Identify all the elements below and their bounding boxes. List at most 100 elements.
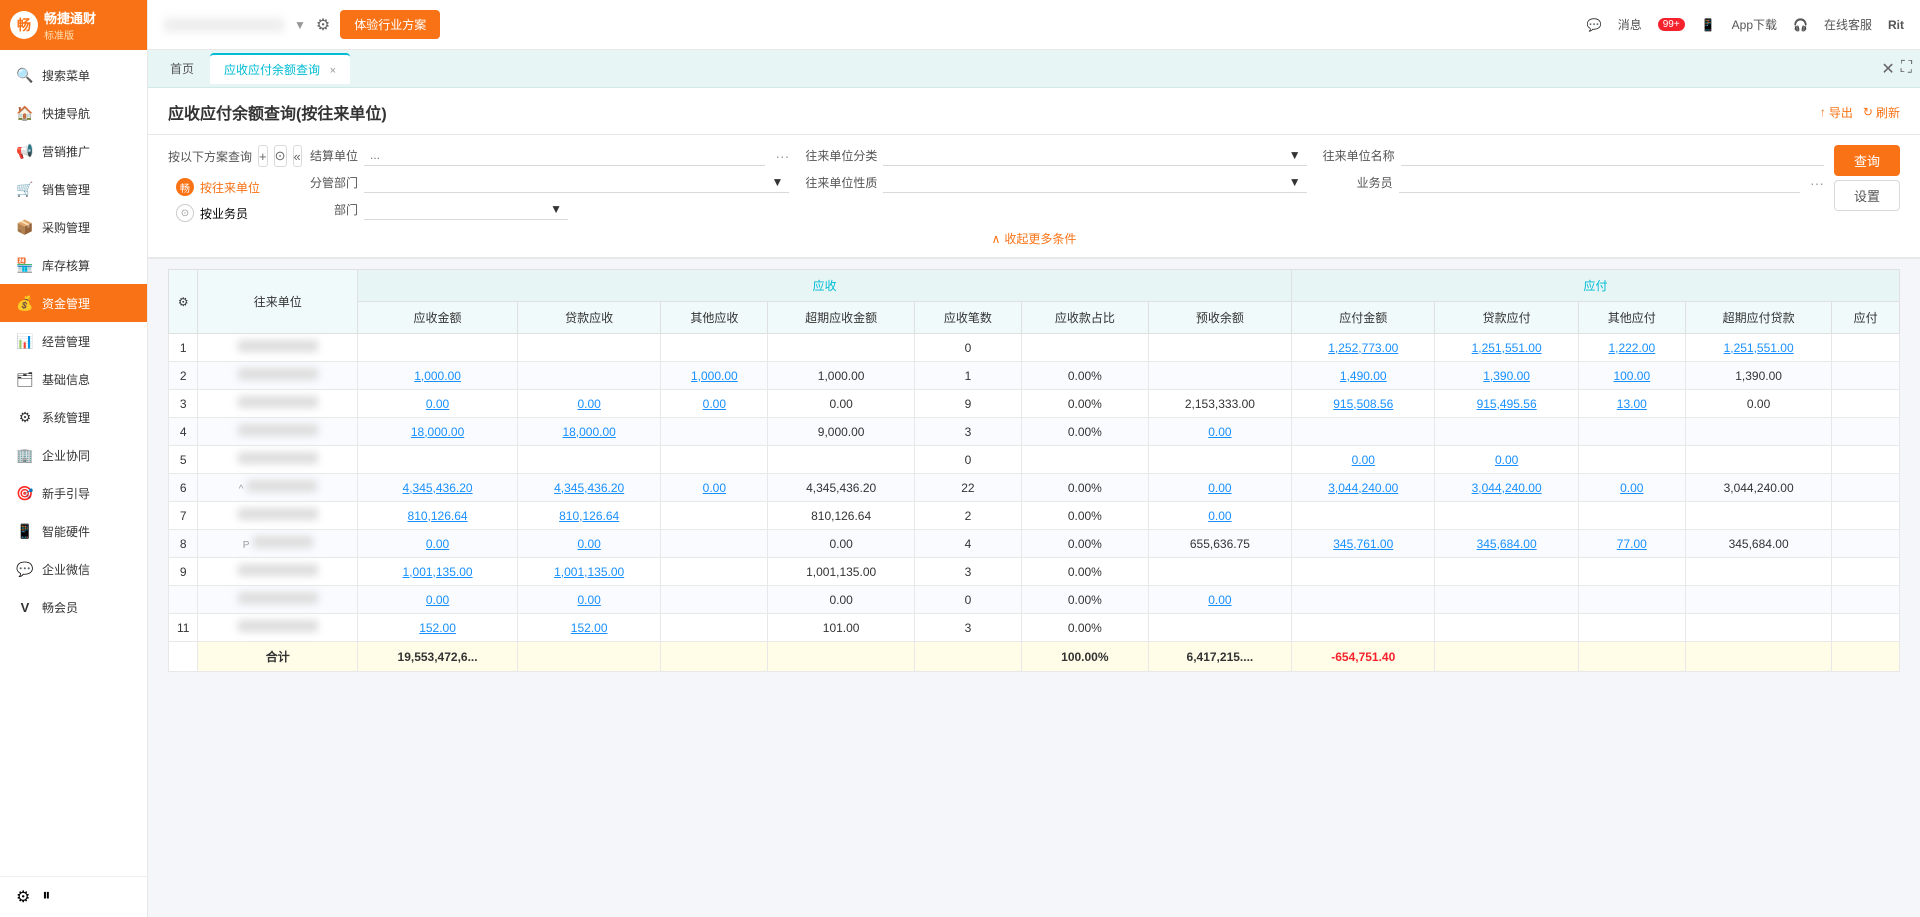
row-ap-loan[interactable]: 915,495.56 <box>1435 390 1578 418</box>
row-ap-other[interactable]: 13.00 <box>1578 390 1685 418</box>
row-ar-amount[interactable]: 1,001,135.00 <box>358 558 518 586</box>
sidebar-item-member[interactable]: V畅会员 <box>0 588 147 626</box>
row-ar-amount[interactable]: 0.00 <box>358 530 518 558</box>
footer-settings-icon[interactable]: ⚙ <box>16 887 30 907</box>
row-ap-other[interactable]: 77.00 <box>1578 530 1685 558</box>
row-ar-loan[interactable]: 0.00 <box>517 586 660 614</box>
row-ar-other[interactable]: 1,000.00 <box>661 362 768 390</box>
sidebar-item-label: 销售管理 <box>42 181 90 198</box>
row-prepay[interactable]: 0.00 <box>1148 586 1291 614</box>
row-ap-loan[interactable]: 3,044,240.00 <box>1435 474 1578 502</box>
filter-nav-by-salesman[interactable]: ⊙ 按业务员 <box>168 201 278 225</box>
row-ap-amount[interactable]: 345,761.00 <box>1292 530 1435 558</box>
sidebar-item-warehouse[interactable]: 🏪库存核算 <box>0 246 147 284</box>
sidebar-item-label: 系统管理 <box>42 409 90 426</box>
row-prepay[interactable]: 0.00 <box>1148 474 1291 502</box>
row-ar-loan[interactable]: 0.00 <box>517 390 660 418</box>
sidebar-item-finance[interactable]: 💰资金管理 <box>0 284 147 322</box>
row-ar-loan[interactable]: 810,126.64 <box>517 502 660 530</box>
row-ap-other[interactable]: 1,222.00 <box>1578 334 1685 362</box>
tab-home[interactable]: 首页 <box>156 54 208 83</box>
row-ar-amount[interactable]: 0.00 <box>358 586 518 614</box>
row-ar-other[interactable]: 0.00 <box>661 474 768 502</box>
row-ap-loan[interactable]: 1,390.00 <box>1435 362 1578 390</box>
messages-label[interactable]: 消息 <box>1618 16 1642 33</box>
row-ar-loan[interactable]: 4,345,436.20 <box>517 474 660 502</box>
export-button[interactable]: ↑ 导出 <box>1820 104 1853 121</box>
row-ap-overdue[interactable]: 1,251,551.00 <box>1685 334 1832 362</box>
row-ar-loan[interactable]: 18,000.00 <box>517 418 660 446</box>
department-select[interactable]: ▼ <box>364 199 568 220</box>
refresh-button[interactable]: ↻ 刷新 <box>1863 104 1900 121</box>
row-ar-loan <box>517 362 660 390</box>
filter-nav-by-partner[interactable]: 畅 按往来单位 <box>168 175 278 199</box>
sidebar-item-basic[interactable]: 🗂基础信息 <box>0 360 147 398</box>
row-ap-other[interactable]: 100.00 <box>1578 362 1685 390</box>
row-ar-overdue <box>768 334 915 362</box>
row-ar-amount[interactable]: 18,000.00 <box>358 418 518 446</box>
footer-collapse-icon[interactable]: ⏸ <box>42 887 50 907</box>
partner-category-label: 往来单位分类 <box>805 147 877 164</box>
sidebar-item-guide[interactable]: 🎯新手引导 <box>0 474 147 512</box>
tab-maximize-icon[interactable]: ⛶ <box>1901 59 1912 79</box>
app-download-label[interactable]: App下载 <box>1732 16 1777 33</box>
user-name[interactable]: Rit <box>1888 18 1904 32</box>
row-ar-loan[interactable]: 0.00 <box>517 530 660 558</box>
dept-select[interactable]: ▼ <box>364 172 789 193</box>
row-ar-amount[interactable]: 152.00 <box>358 614 518 642</box>
row-ap-loan[interactable]: 1,251,551.00 <box>1435 334 1578 362</box>
filter-partner-name: 往来单位名称 <box>1323 145 1824 166</box>
sidebar-item-search[interactable]: 🔍搜索菜单 <box>0 56 147 94</box>
row-ar-other <box>661 446 768 474</box>
search-icon: 🔍 <box>16 66 34 84</box>
sidebar-item-corp[interactable]: 🏢企业协同 <box>0 436 147 474</box>
row-ar-amount[interactable]: 810,126.64 <box>358 502 518 530</box>
row-ap-amount[interactable]: 3,044,240.00 <box>1292 474 1435 502</box>
sidebar-item-marketing[interactable]: 📢营销推广 <box>0 132 147 170</box>
sidebar-item-purchase[interactable]: 📦采购管理 <box>0 208 147 246</box>
sidebar-item-sales[interactable]: 🛒销售管理 <box>0 170 147 208</box>
partner-nature-select[interactable]: ▼ <box>883 172 1306 193</box>
tab-ar-ap[interactable]: 应收应付余额查询 × <box>210 53 350 84</box>
row-prepay[interactable]: 0.00 <box>1148 502 1291 530</box>
filter-add-icon[interactable]: + <box>258 145 268 167</box>
tab-close-window-icon[interactable]: ✕ <box>1881 59 1894 79</box>
tab-close-icon[interactable]: × <box>330 65 336 77</box>
row-prepay[interactable]: 0.00 <box>1148 418 1291 446</box>
row-ar-amount[interactable]: 4,345,436.20 <box>358 474 518 502</box>
row-ap-amount[interactable]: 0.00 <box>1292 446 1435 474</box>
row-ar-amount[interactable]: 1,000.00 <box>358 362 518 390</box>
row-ap-amount[interactable]: 1,490.00 <box>1292 362 1435 390</box>
topbar-dropdown-icon[interactable]: ▼ <box>294 18 306 32</box>
partner-category-select[interactable]: ▼ <box>883 145 1306 166</box>
row-ap-amount[interactable]: 1,252,773.00 <box>1292 334 1435 362</box>
setting-button[interactable]: 设置 <box>1834 180 1900 211</box>
row-ap-loan[interactable]: 345,684.00 <box>1435 530 1578 558</box>
sidebar-item-quick[interactable]: 🏠快捷导航 <box>0 94 147 132</box>
footer-ar-loan <box>517 642 660 672</box>
col-settings-header[interactable]: ⚙ <box>169 270 198 334</box>
partner-name-input[interactable] <box>1401 145 1824 166</box>
topbar-gear-icon[interactable]: ⚙ <box>316 15 330 35</box>
row-ap-other[interactable]: 0.00 <box>1578 474 1685 502</box>
sidebar-item-system[interactable]: ⚙系统管理 <box>0 398 147 436</box>
row-ar-count: 3 <box>914 558 1021 586</box>
row-ap-amount[interactable]: 915,508.56 <box>1292 390 1435 418</box>
query-button[interactable]: 查询 <box>1834 145 1900 176</box>
row-no: 4 <box>169 418 198 446</box>
row-ar-loan[interactable]: 1,001,135.00 <box>517 558 660 586</box>
salesman-input[interactable] <box>1399 172 1800 193</box>
promo-button[interactable]: 体验行业方案 <box>340 10 440 39</box>
row-ap-other <box>1578 502 1685 530</box>
row-ap-loan[interactable]: 0.00 <box>1435 446 1578 474</box>
sidebar-item-wechat[interactable]: 💬企业微信 <box>0 550 147 588</box>
row-ar-amount[interactable]: 0.00 <box>358 390 518 418</box>
online-service-label[interactable]: 在线客服 <box>1824 16 1872 33</box>
row-ar-other[interactable]: 0.00 <box>661 390 768 418</box>
sidebar-item-operation[interactable]: 📊经营管理 <box>0 322 147 360</box>
collapse-btn[interactable]: ∧ 收起更多条件 <box>168 226 1900 251</box>
sidebar-item-hardware[interactable]: 📱智能硬件 <box>0 512 147 550</box>
settlement-unit-input[interactable] <box>364 145 765 166</box>
filter-settings-icon[interactable]: ⊙ <box>274 145 287 167</box>
row-ar-loan[interactable]: 152.00 <box>517 614 660 642</box>
